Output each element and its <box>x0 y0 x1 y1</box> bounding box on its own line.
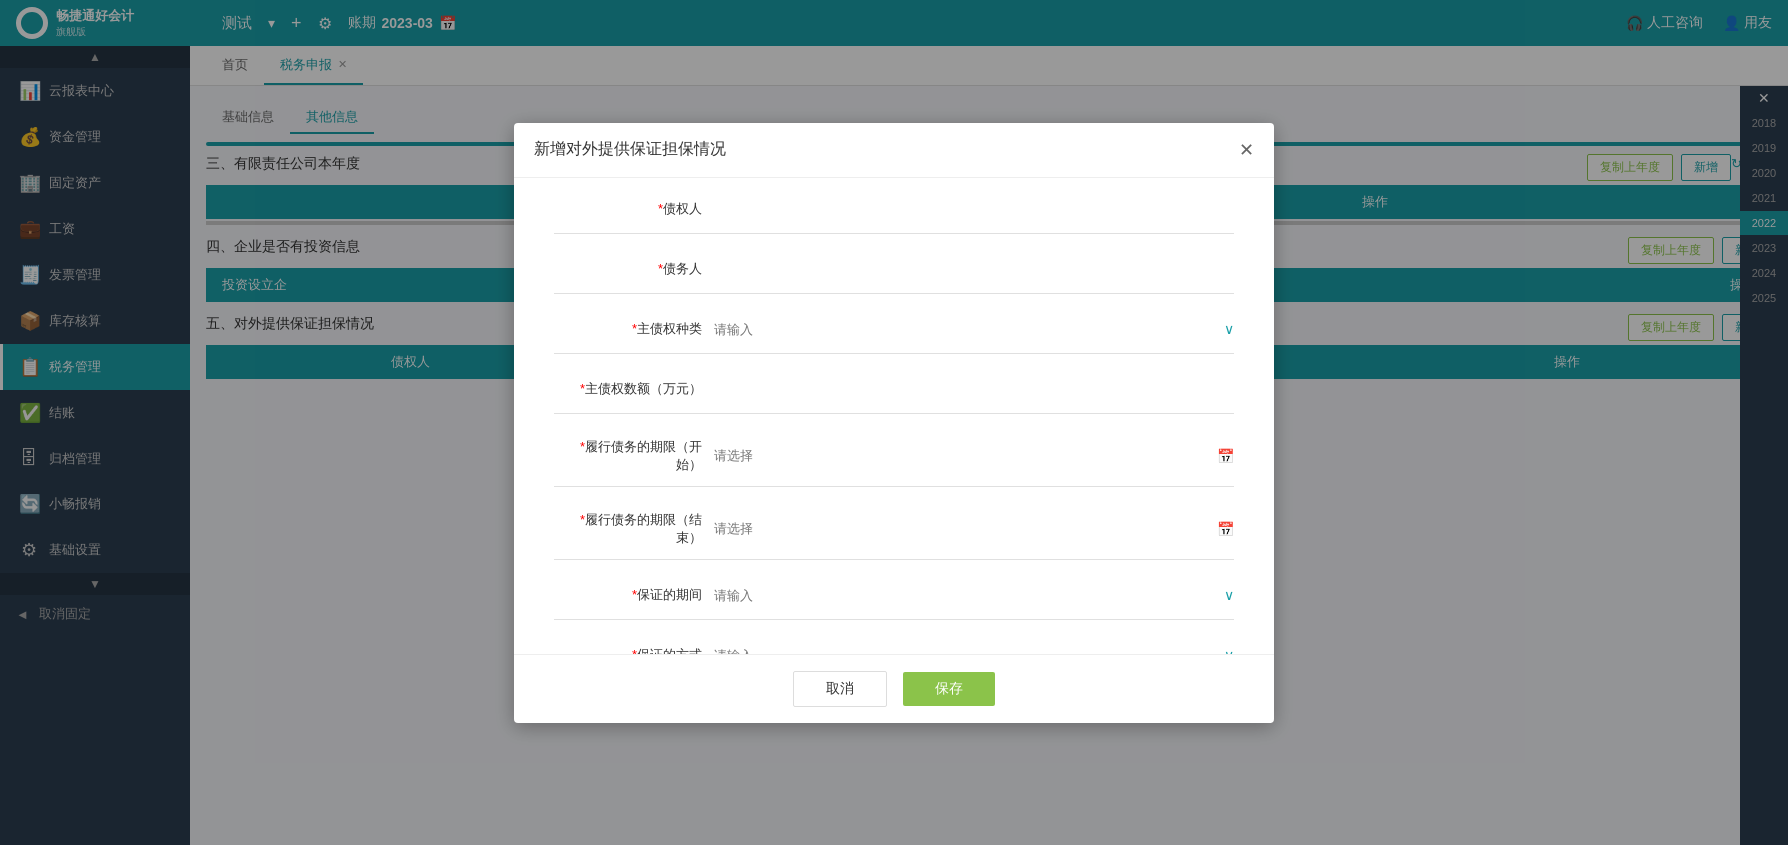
guarantee-method-input[interactable] <box>714 644 1224 654</box>
guarantee-period-wrapper: ∨ <box>714 584 1234 607</box>
form-label-debt-type: *主债权种类 <box>554 320 714 338</box>
form-label-period-start: *履行债务的期限（开始） <box>554 438 714 474</box>
form-row-debt-amount: *主债权数额（万元） <box>554 378 1234 414</box>
period-end-input[interactable] <box>714 517 1217 540</box>
debtor-input[interactable] <box>714 258 1234 281</box>
dialog-body: *债权人 *债务人 *主债权种类 ∨ <box>514 178 1274 654</box>
form-label-creditor: *债权人 <box>554 200 714 218</box>
creditor-input[interactable] <box>714 198 1234 221</box>
form-row-period-start: *履行债务的期限（开始） 📅 <box>554 438 1234 487</box>
dialog-title: 新增对外提供保证担保情况 <box>534 139 726 160</box>
dialog: 新增对外提供保证担保情况 ✕ *债权人 *债务人 *主债权种类 <box>514 123 1274 723</box>
form-label-period-end: *履行债务的期限（结束） <box>554 511 714 547</box>
cancel-button[interactable]: 取消 <box>793 671 887 707</box>
form-row-guarantee-method: *保证的方式 ∨ <box>554 644 1234 654</box>
form-label-guarantee-method: *保证的方式 <box>554 646 714 654</box>
period-start-wrapper: 📅 <box>714 444 1234 467</box>
form-label-debtor: *债务人 <box>554 260 714 278</box>
period-end-calendar-icon[interactable]: 📅 <box>1217 521 1234 537</box>
period-end-wrapper: 📅 <box>714 517 1234 540</box>
dialog-close-button[interactable]: ✕ <box>1239 139 1254 161</box>
form-row-creditor: *债权人 <box>554 198 1234 234</box>
form-row-debtor: *债务人 <box>554 258 1234 294</box>
guarantee-method-wrapper: ∨ <box>714 644 1234 654</box>
guarantee-period-input[interactable] <box>714 584 1224 607</box>
debt-type-wrapper: ∨ <box>714 318 1234 341</box>
form-row-guarantee-period: *保证的期间 ∨ <box>554 584 1234 620</box>
debt-amount-input[interactable] <box>714 378 1234 401</box>
debt-type-chevron-icon[interactable]: ∨ <box>1224 321 1234 337</box>
form-label-guarantee-period: *保证的期间 <box>554 586 714 604</box>
dialog-footer: 取消 保存 <box>514 654 1274 723</box>
dialog-header: 新增对外提供保证担保情况 ✕ <box>514 123 1274 178</box>
modal-overlay: 新增对外提供保证担保情况 ✕ *债权人 *债务人 *主债权种类 <box>0 0 1788 845</box>
form-label-debt-amount: *主债权数额（万元） <box>554 380 714 398</box>
form-row-period-end: *履行债务的期限（结束） 📅 <box>554 511 1234 560</box>
save-button[interactable]: 保存 <box>903 672 995 706</box>
period-start-calendar-icon[interactable]: 📅 <box>1217 448 1234 464</box>
guarantee-period-chevron-icon[interactable]: ∨ <box>1224 587 1234 603</box>
debt-type-input[interactable] <box>714 318 1224 341</box>
period-start-input[interactable] <box>714 444 1217 467</box>
form-row-debt-type: *主债权种类 ∨ <box>554 318 1234 354</box>
